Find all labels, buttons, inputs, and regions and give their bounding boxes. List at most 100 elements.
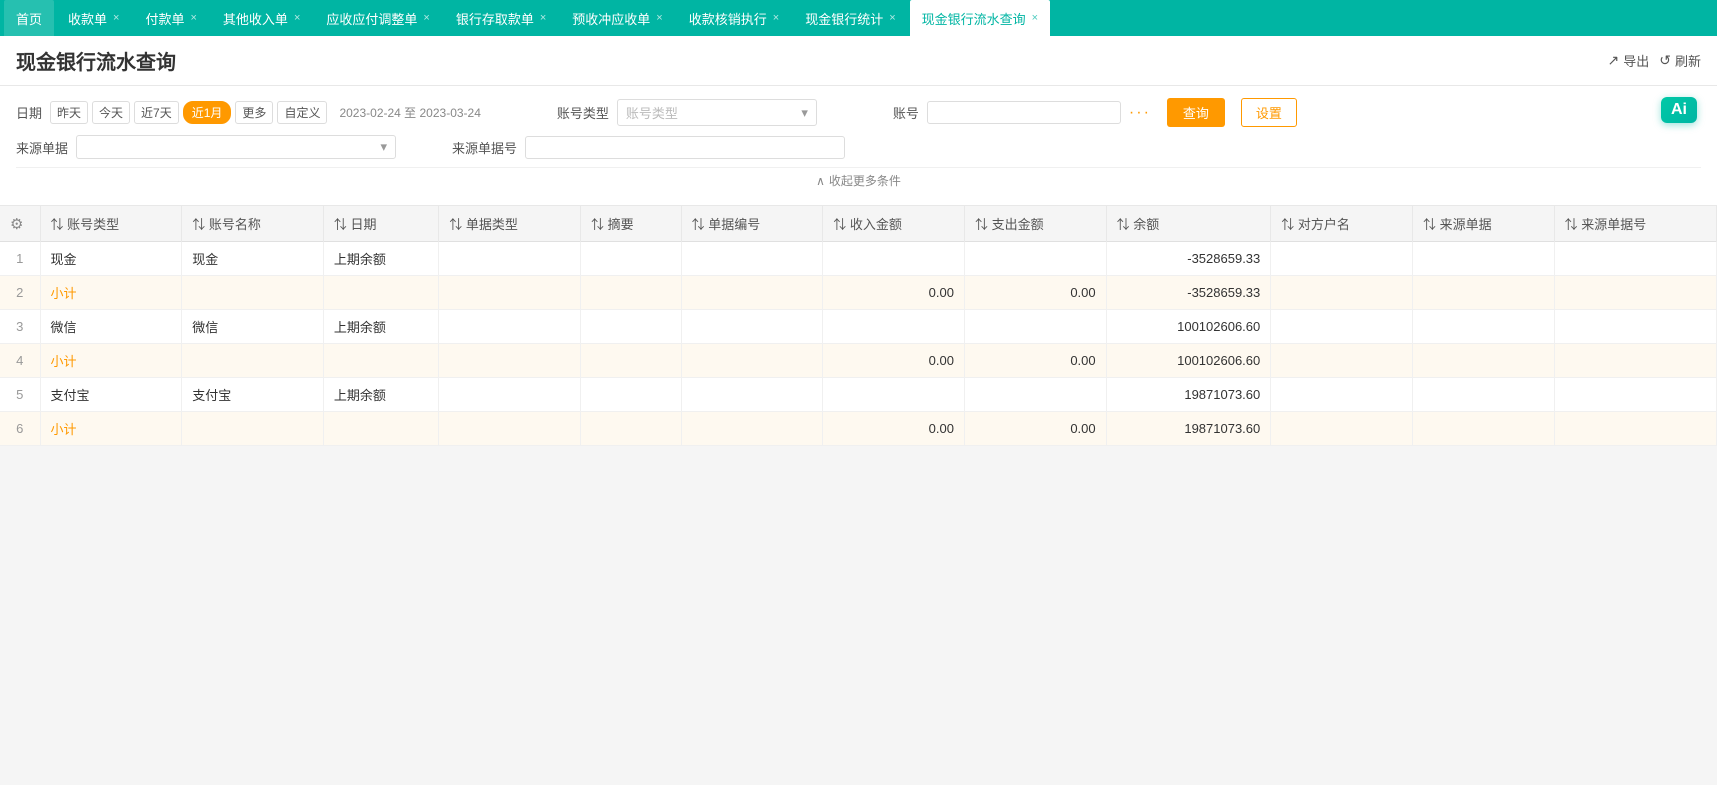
table-row: 6小计0.000.0019871073.60 [0,412,1717,446]
source-doc-select[interactable]: ▾ [76,135,396,159]
export-button[interactable]: ↗ 导出 [1608,51,1650,70]
account-dots-button[interactable]: ··· [1129,104,1151,122]
source-doc-no-filter-group: 来源单据号 [452,136,845,159]
date-btn-近1月[interactable]: 近1月 [183,101,232,124]
date-range-text: 2023-02-24 至 2023-03-24 [339,104,480,121]
th-source-doc[interactable]: ⇅ 来源单据 [1412,206,1554,242]
account-type-select[interactable]: 账号类型 ▾ [617,99,817,126]
ai-badge[interactable]: Ai [1661,97,1697,123]
account-type-label: 账号类型 [557,103,609,122]
close-tab-icon[interactable]: × [773,12,779,24]
collapse-button[interactable]: ∧ 收起更多条件 [16,167,1701,193]
query-button[interactable]: 查询 [1167,98,1225,127]
table-cell [1554,276,1716,310]
table-cell: 0.00 [823,412,965,446]
th-counterparty[interactable]: ⇅ 对方户名 [1271,206,1413,242]
close-tab-icon[interactable]: × [540,12,546,24]
source-doc-no-input[interactable] [525,136,845,159]
date-btn-更多[interactable]: 更多 [235,101,273,124]
close-tab-icon[interactable]: × [294,12,300,24]
table-cell: 3 [0,310,40,344]
th-settings[interactable]: ⚙ [0,206,40,242]
table-cell [681,242,823,276]
table-cell [580,242,681,276]
table-cell [681,378,823,412]
account-type-placeholder: 账号类型 [626,103,678,122]
date-btn-近7天[interactable]: 近7天 [134,101,179,124]
nav-home[interactable]: 首页 [4,0,54,36]
th-balance[interactable]: ⇅ 余额 [1106,206,1271,242]
table-cell [1412,344,1554,378]
nav-tab-预收冲应收单[interactable]: 预收冲应收单× [560,0,674,36]
table-cell [1554,378,1716,412]
source-doc-chevron-icon: ▾ [380,139,387,155]
table-cell [323,276,438,310]
table-row: 1现金现金上期余额-3528659.33 [0,242,1717,276]
table-cell [1412,378,1554,412]
table-cell [1412,276,1554,310]
close-tab-icon[interactable]: × [889,12,895,24]
table-cell [681,344,823,378]
table-cell: 6 [0,412,40,446]
date-btn-今天[interactable]: 今天 [92,101,130,124]
table-settings-icon[interactable]: ⚙ [10,216,23,233]
th-income[interactable]: ⇅ 收入金额 [823,206,965,242]
nav-tab-现金银行统计[interactable]: 现金银行统计× [793,0,907,36]
table-cell: 19871073.60 [1106,412,1271,446]
table-cell [1412,242,1554,276]
table-cell: 100102606.60 [1106,310,1271,344]
close-tab-icon[interactable]: × [423,12,429,24]
collapse-up-icon: ∧ [816,174,825,188]
table-cell [182,412,324,446]
table-cell: 支付宝 [40,378,182,412]
refresh-button[interactable]: ↺ 刷新 [1659,51,1701,70]
nav-tab-银行存取款单[interactable]: 银行存取款单× [444,0,558,36]
nav-tab-收款单[interactable]: 收款单× [56,0,131,36]
nav-tab-付款单[interactable]: 付款单× [133,0,208,36]
table-cell [964,310,1106,344]
date-btn-昨天[interactable]: 昨天 [50,101,88,124]
table-cell: 上期余额 [323,310,438,344]
home-label: 首页 [16,9,42,28]
close-tab-icon[interactable]: × [113,12,119,24]
table-cell: 2 [0,276,40,310]
table-cell: 现金 [182,242,324,276]
th-doc-no[interactable]: ⇅ 单据编号 [681,206,823,242]
date-btn-自定义[interactable]: 自定义 [277,101,327,124]
table-cell: 小计 [40,344,182,378]
table-cell [1554,242,1716,276]
table-row: 2小计0.000.00-3528659.33 [0,276,1717,310]
table-cell [182,276,324,310]
source-doc-filter-group: 来源单据 ▾ [16,135,396,159]
settings-button[interactable]: 设置 [1241,98,1297,127]
close-tab-icon[interactable]: × [190,12,196,24]
th-account-type[interactable]: ⇅ 账号类型 [40,206,182,242]
table-cell: 小计 [40,412,182,446]
chevron-down-icon: ▾ [801,105,808,121]
nav-tab-应收应付调整单[interactable]: 应收应付调整单× [314,0,441,36]
table-cell: 5 [0,378,40,412]
table-cell [964,378,1106,412]
table-cell [580,310,681,344]
close-tab-icon[interactable]: × [1032,12,1038,24]
th-account-name[interactable]: ⇅ 账号名称 [182,206,324,242]
nav-tab-其他收入单[interactable]: 其他收入单× [211,0,312,36]
th-summary[interactable]: ⇅ 摘要 [580,206,681,242]
table-cell: -3528659.33 [1106,242,1271,276]
table-header-row: ⚙ ⇅ 账号类型 ⇅ 账号名称 ⇅ 日期 ⇅ 单据类型 ⇅ 摘要 ⇅ 单据编号 … [0,206,1717,242]
table-cell: 小计 [40,276,182,310]
table-cell: -3528659.33 [1106,276,1271,310]
table-cell [1412,310,1554,344]
close-tab-icon[interactable]: × [656,12,662,24]
th-date[interactable]: ⇅ 日期 [323,206,438,242]
source-doc-no-label: 来源单据号 [452,138,517,157]
th-source-doc-no[interactable]: ⇅ 来源单据号 [1554,206,1716,242]
th-doc-type[interactable]: ⇅ 单据类型 [439,206,581,242]
nav-tab-现金银行流水查询[interactable]: 现金银行流水查询× [910,0,1050,36]
table-cell [580,344,681,378]
account-input[interactable] [927,101,1121,124]
table-cell [580,378,681,412]
th-expense[interactable]: ⇅ 支出金额 [964,206,1106,242]
filter-area: 日期 昨天今天近7天近1月更多自定义 2023-02-24 至 2023-03-… [0,86,1717,206]
nav-tab-收款核销执行[interactable]: 收款核销执行× [677,0,791,36]
